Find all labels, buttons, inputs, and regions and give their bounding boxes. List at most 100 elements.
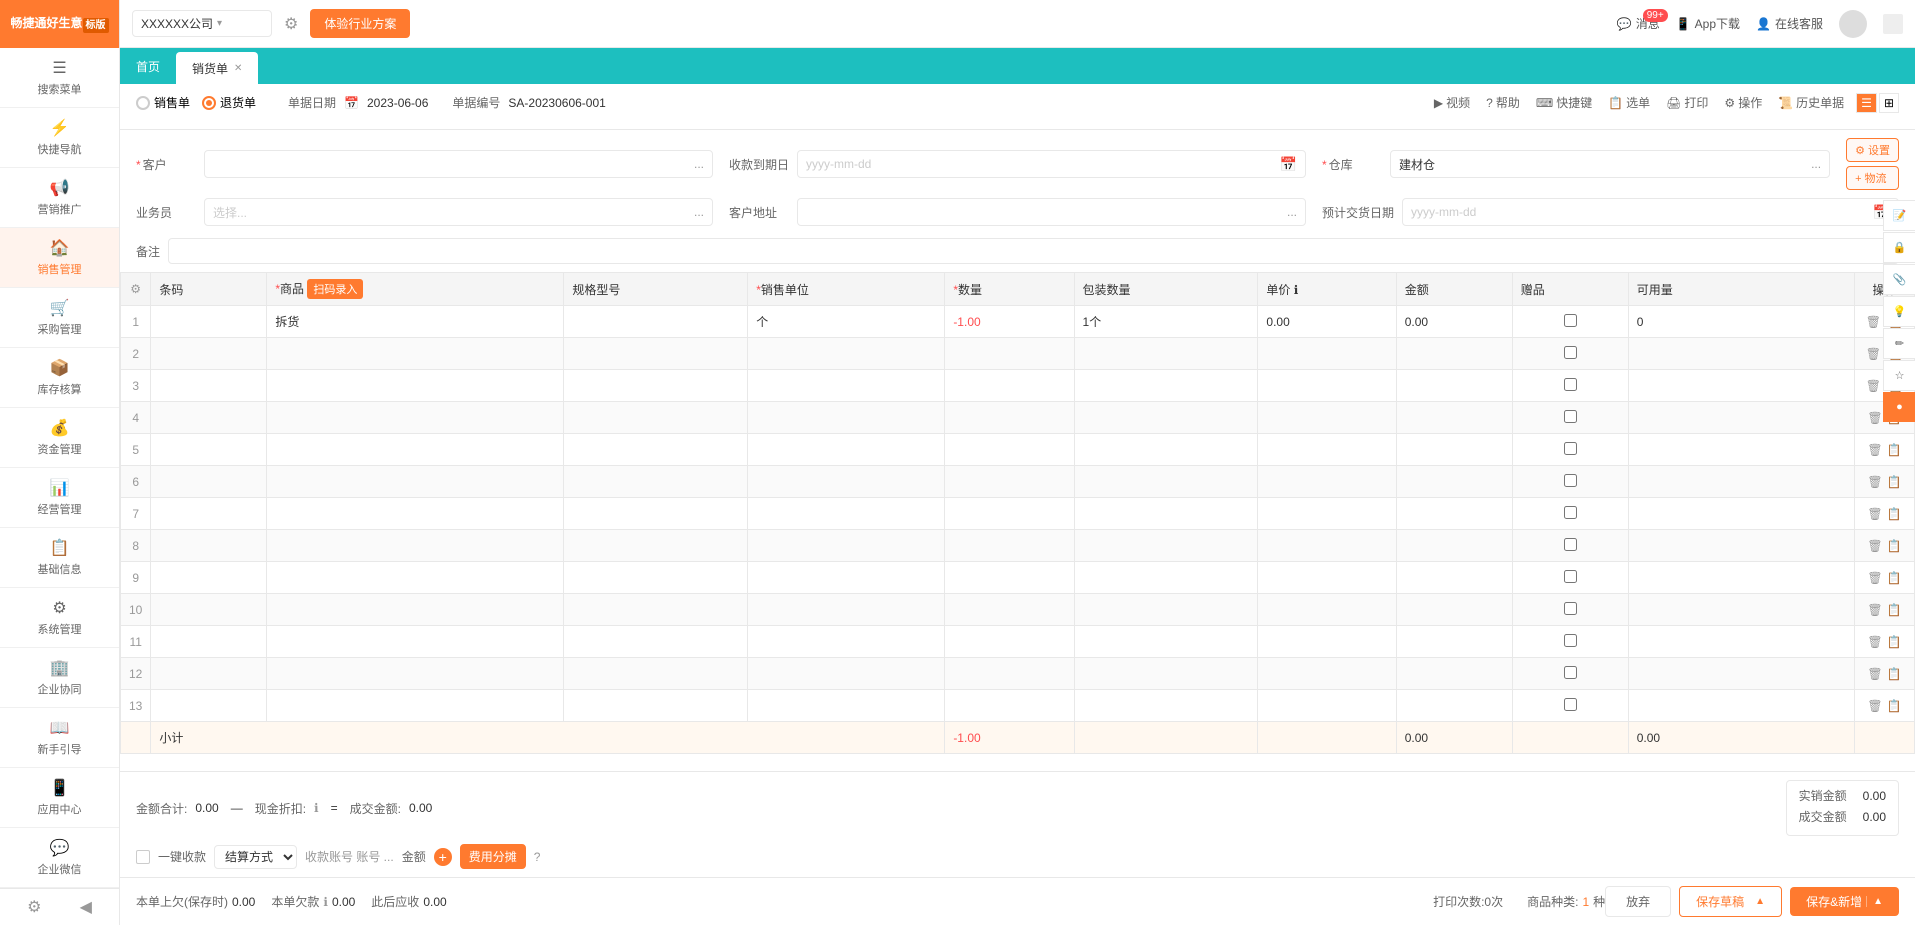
settings-btn[interactable]: ⚙ 设置 [1846,138,1899,162]
copy-icon[interactable]: 📋 [1885,569,1904,587]
delete-icon[interactable]: 🗑 [1865,569,1884,587]
row-pack-qty[interactable] [1074,370,1258,402]
online-service-button[interactable]: 👤 在线客服 [1756,15,1823,32]
row-pack-qty[interactable]: 1个 [1074,306,1258,338]
row-unit[interactable]: 个 [748,306,945,338]
row-pack-qty[interactable] [1074,338,1258,370]
row-gift[interactable] [1512,338,1628,370]
copy-icon[interactable]: 📋 [1885,601,1904,619]
user-avatar2[interactable] [1883,14,1903,34]
sidebar-item-finance[interactable]: 💰 资金管理 [0,408,119,468]
tab-sales-order[interactable]: 销货单 ✕ [176,52,258,84]
delete-icon[interactable]: 🗑 [1865,665,1884,683]
draft-button[interactable]: 保存草稿 ▲ [1679,886,1782,917]
row-spec[interactable] [564,370,748,402]
delete-icon[interactable]: 🗑 [1865,409,1884,427]
copy-icon[interactable]: 📋 [1885,473,1904,491]
copy-icon[interactable]: 📋 [1885,633,1904,651]
delete-icon[interactable]: 🗑 [1864,345,1883,363]
row-product[interactable] [267,402,564,434]
sidebar-item-marketing[interactable]: 📢 营销推广 [0,168,119,228]
warehouse-input[interactable]: 建材仓 ... [1390,150,1830,178]
row-quantity[interactable]: -1.00 [945,306,1074,338]
sidebar-item-guide[interactable]: 📖 新手引导 [0,708,119,768]
delete-icon[interactable]: 🗑 [1865,601,1884,619]
history-btn[interactable]: 📜 历史单据 [1774,92,1848,113]
messages-button[interactable]: 💬 消息 99+ [1617,15,1660,32]
row-amount[interactable] [1396,338,1512,370]
company-selector[interactable]: XXXXXX公司 ▾ [132,10,272,37]
due-date-input[interactable]: yyyy-mm-dd 📅 [797,150,1306,178]
row-product[interactable] [267,338,564,370]
float-star[interactable]: ☆ [1883,360,1915,391]
expected-date-input[interactable]: yyyy-mm-dd 📅 [1402,198,1899,226]
customer-input[interactable]: ... [204,150,713,178]
action-btn[interactable]: ⚙ 操作 [1720,92,1766,113]
sidebar-item-shortcut[interactable]: ⚡ 快捷导航 [0,108,119,168]
row-spec[interactable] [564,306,748,338]
row-unit-price[interactable] [1258,370,1396,402]
row-gift[interactable] [1512,370,1628,402]
view-grid-btn[interactable]: ⊞ [1879,93,1899,113]
return-radio[interactable]: 退货单 [202,94,256,111]
row-gift[interactable] [1512,306,1628,338]
th-gear[interactable]: ⚙ [121,273,151,306]
sidebar-item-purchase[interactable]: 🛒 采购管理 [0,288,119,348]
row-barcode[interactable] [151,370,267,402]
sidebar-item-system[interactable]: ⚙ 系统管理 [0,588,119,648]
salesperson-input[interactable]: 选择... ... [204,198,713,226]
one-click-collect-checkbox[interactable] [136,850,150,864]
settle-method-select[interactable]: 结算方式 [214,845,297,869]
help-circle-icon[interactable]: ? [534,850,541,864]
expense-btn[interactable]: 费用分摊 [460,844,526,869]
row-product[interactable]: 拆货 [267,306,564,338]
select-btn[interactable]: 📋 选单 [1604,92,1654,113]
row-quantity[interactable] [945,370,1074,402]
sales-radio[interactable]: 销售单 [136,94,190,111]
row-unit-price[interactable]: 0.00 [1258,306,1396,338]
copy-icon[interactable]: 📋 [1885,505,1904,523]
sidebar-collapse-icon[interactable]: ◀ [80,897,92,917]
delete-icon[interactable]: 🗑 [1865,633,1884,651]
topbar-gear-icon[interactable]: ⚙ [280,10,302,38]
float-note[interactable]: 📝 [1883,200,1915,231]
view-list-btn[interactable]: ☰ [1856,93,1877,113]
row-spec[interactable] [564,338,748,370]
tab-home[interactable]: 首页 [120,48,176,84]
row-barcode[interactable] [151,306,267,338]
row-product[interactable] [267,370,564,402]
sidebar-item-operations[interactable]: 📊 经营管理 [0,468,119,528]
logistics-btn[interactable]: + 物流 [1846,166,1899,190]
sidebar-item-search[interactable]: ☰ 搜索菜单 [0,48,119,108]
sidebar-item-apps[interactable]: 📱 应用中心 [0,768,119,828]
delete-icon[interactable]: 🗑 [1864,313,1883,331]
delete-icon[interactable]: 🗑 [1865,697,1884,715]
float-orange[interactable]: ● [1883,392,1915,422]
add-collect-btn[interactable]: + [434,848,452,866]
note-input[interactable] [168,238,1899,264]
app-download-button[interactable]: 📱 App下载 [1676,15,1740,32]
row-barcode[interactable] [151,338,267,370]
float-lock[interactable]: 🔒 [1883,232,1915,263]
row-barcode[interactable] [151,402,267,434]
row-quantity[interactable] [945,338,1074,370]
video-btn[interactable]: ▶ 视频 [1430,92,1474,113]
delete-icon[interactable]: 🗑 [1864,377,1883,395]
shortcut-btn[interactable]: ⌨ 快捷键 [1532,92,1596,113]
row-unit-price[interactable] [1258,338,1396,370]
row-unit[interactable] [748,338,945,370]
row-unit[interactable] [748,370,945,402]
copy-icon[interactable]: 📋 [1885,537,1904,555]
delete-icon[interactable]: 🗑 [1865,473,1884,491]
row-amount[interactable]: 0.00 [1396,306,1512,338]
save-new-button[interactable]: 保存&新增 ▲ [1790,887,1899,916]
trial-button[interactable]: 体验行业方案 [310,9,410,38]
row-amount[interactable] [1396,370,1512,402]
delete-icon[interactable]: 🗑 [1865,537,1884,555]
sidebar-item-wechat[interactable]: 💬 企业微信 [0,828,119,888]
sidebar-item-enterprise[interactable]: 🏢 企业协同 [0,648,119,708]
scan-button[interactable]: 扫码录入 [307,279,363,299]
delete-icon[interactable]: 🗑 [1865,441,1884,459]
abandon-button[interactable]: 放弃 [1605,886,1671,917]
copy-icon[interactable]: 📋 [1885,697,1904,715]
